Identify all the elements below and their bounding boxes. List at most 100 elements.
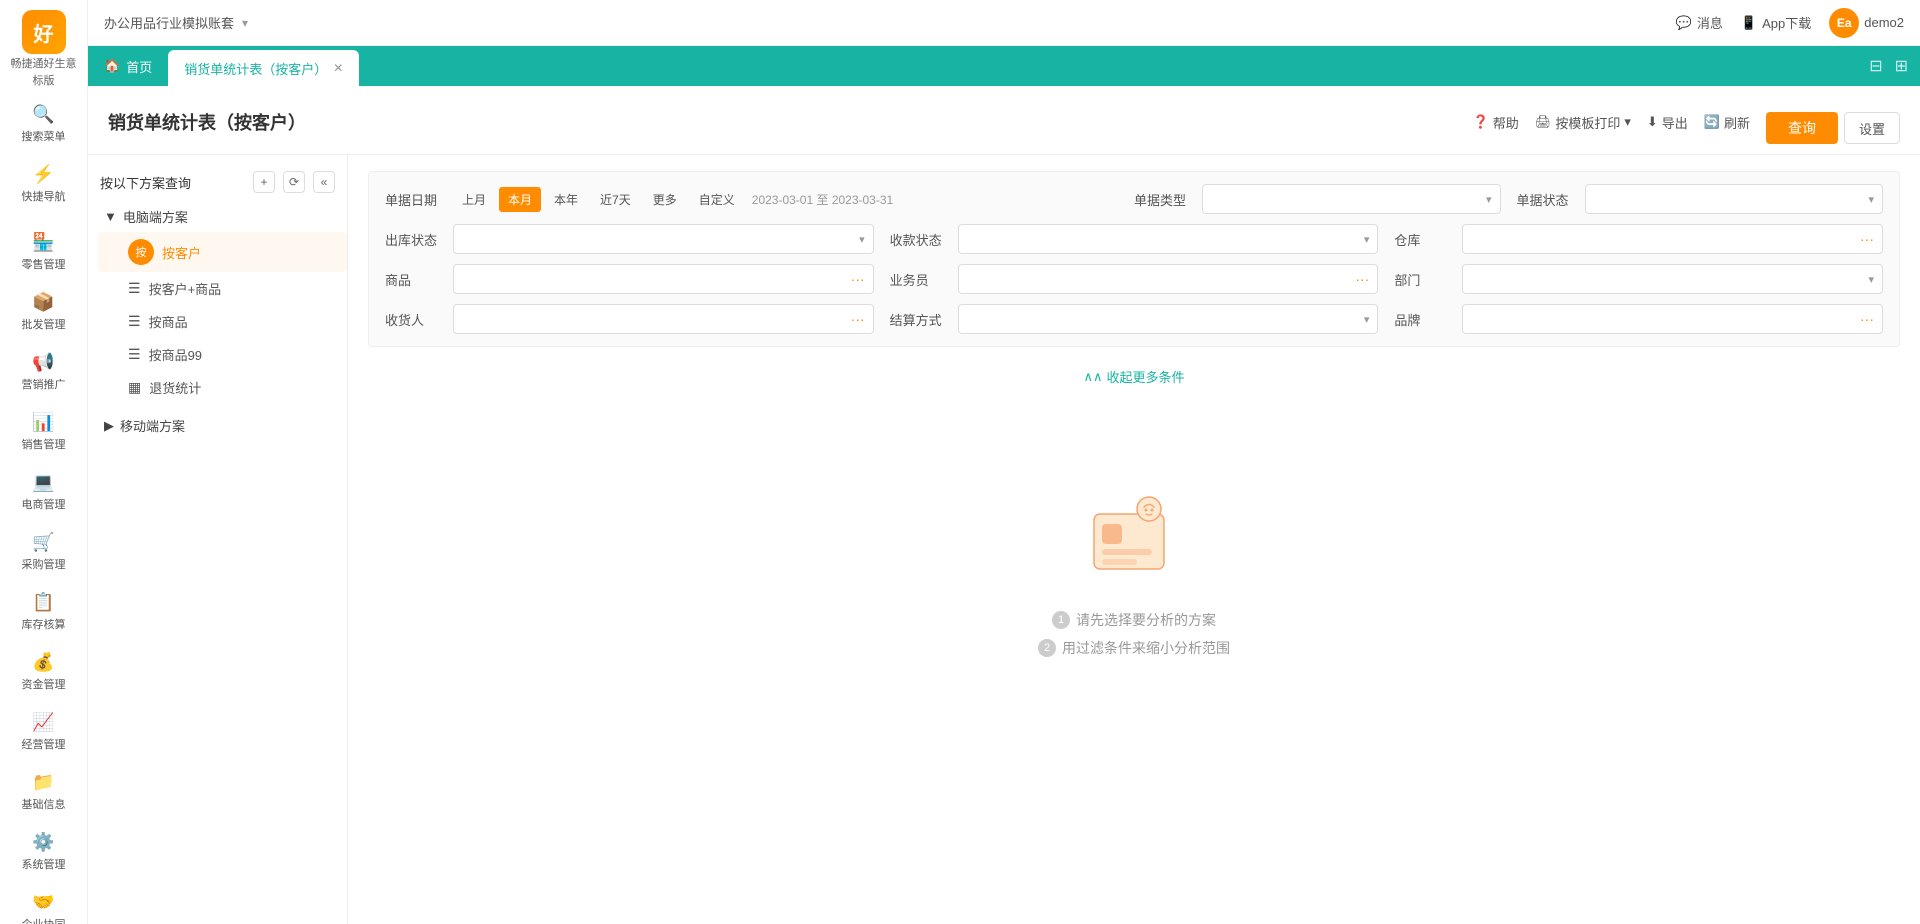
sidebar: 好 畅捷通好生意 标版 🔍 搜索菜单 ⚡ 快捷导航 🏪 零售管理 📦 批发管理 … <box>0 0 88 924</box>
tree-item-customer-goods[interactable]: ☰ 按客户+商品 <box>98 272 347 305</box>
department-input[interactable]: ▾ <box>1462 264 1883 294</box>
department-field: 部门 ▾ <box>1394 264 1883 294</box>
payment-method-input[interactable]: ▾ <box>958 304 1379 334</box>
export-icon: ⬇ <box>1647 114 1658 130</box>
company-dropdown-arrow[interactable]: ▾ <box>242 16 248 30</box>
sidebar-item-label: 电商管理 <box>22 496 66 512</box>
sidebar-item-system[interactable]: ⚙️ 系统管理 <box>0 822 87 882</box>
warehouse-label: 仓库 <box>1394 230 1454 249</box>
collapse-panel-button[interactable]: « <box>313 171 335 193</box>
collapse-button[interactable]: ∧∧ 收起更多条件 <box>368 359 1900 394</box>
add-scheme-button[interactable]: + <box>253 171 275 193</box>
filter-row-1: 单据日期 上月 本月 本年 近7天 更多 自定义 20 <box>385 184 1883 214</box>
sidebar-item-quick-nav[interactable]: ⚡ 快捷导航 <box>0 154 87 214</box>
date-tab-this-year[interactable]: 本年 <box>545 187 587 212</box>
order-type-input[interactable]: ▾ <box>1202 184 1501 214</box>
goods-label: 商品 <box>385 270 445 289</box>
refresh-icon: 🔄 <box>1704 114 1720 130</box>
tree-item-goods99[interactable]: ☰ 按商品99 <box>98 338 347 371</box>
date-tab-custom[interactable]: 自定义 <box>690 187 744 212</box>
app-logo: 好 畅捷通好生意 标版 <box>0 0 87 94</box>
topbar-right: 💬 消息 📱 App下载 Ea demo2 <box>1676 8 1904 38</box>
sidebar-item-sales[interactable]: 📊 销售管理 <box>0 402 87 462</box>
date-tab-this-month[interactable]: 本月 <box>499 187 541 212</box>
lp-header: 按以下方案查询 + ⟳ « <box>88 165 347 201</box>
print-button[interactable]: 🖨 按模板打印 ▾ <box>1535 113 1631 132</box>
sidebar-item-label: 批发管理 <box>22 316 66 332</box>
sidebar-item-search[interactable]: 🔍 搜索菜单 <box>0 94 87 154</box>
refresh-button[interactable]: 🔄 刷新 <box>1704 113 1750 132</box>
query-button[interactable]: 查询 <box>1766 112 1838 144</box>
sidebar-item-marketing[interactable]: 📢 营销推广 <box>0 342 87 402</box>
date-range: 2023-03-01 至 2023-03-31 <box>752 191 893 208</box>
minimize-icon[interactable]: ⊟ <box>1869 56 1882 76</box>
warehouse-input[interactable]: ··· <box>1462 224 1883 254</box>
brand-field: 品牌 ··· <box>1394 304 1883 334</box>
help-button[interactable]: ❓ 帮助 <box>1473 113 1519 132</box>
date-tabs: 上月 本月 本年 近7天 更多 自定义 <box>453 187 744 212</box>
tree-mobile-header[interactable]: ▶ 移动端方案 <box>88 410 347 441</box>
avatar: Ea <box>1829 8 1859 38</box>
print-dropdown-arrow[interactable]: ▾ <box>1624 114 1631 130</box>
settings-button[interactable]: 设置 <box>1844 112 1900 144</box>
sales-icon: 📊 <box>32 412 54 433</box>
sidebar-item-operations[interactable]: 📈 经营管理 <box>0 702 87 762</box>
quick-nav-icon: ⚡ <box>32 164 54 185</box>
enterprise-icon: 🤝 <box>32 892 54 913</box>
out-status-input[interactable]: ▾ <box>453 224 874 254</box>
sidebar-item-basic[interactable]: 📁 基础信息 <box>0 762 87 822</box>
tree-item-customer[interactable]: 按 按客户 <box>98 232 347 272</box>
sidebar-item-enterprise[interactable]: 🤝 企业协同 <box>0 882 87 924</box>
app-download-button[interactable]: 📱 App下载 <box>1741 13 1811 32</box>
date-tab-7days[interactable]: 近7天 <box>591 187 640 212</box>
tree-desktop-header[interactable]: ▼ 电脑端方案 <box>88 201 347 232</box>
sidebar-item-wholesale[interactable]: 📦 批发管理 <box>0 282 87 342</box>
tree-item-return-stats[interactable]: ▦ 退货统计 <box>98 371 347 404</box>
sidebar-item-label: 营销推广 <box>22 376 66 392</box>
order-status-input[interactable]: ▾ <box>1585 184 1884 214</box>
goods-field: 商品 ··· <box>385 264 874 294</box>
warehouse-dots: ··· <box>1860 231 1874 247</box>
payment-method-label: 结算方式 <box>890 310 950 329</box>
date-label: 单据日期 <box>385 190 445 209</box>
export-button[interactable]: ⬇ 导出 <box>1647 113 1688 132</box>
sidebar-item-label: 销售管理 <box>22 436 66 452</box>
topbar: 办公用品行业模拟账套 ▾ 💬 消息 📱 App下载 Ea demo2 <box>88 0 1920 46</box>
company-name: 办公用品行业模拟账套 <box>104 13 234 32</box>
refresh-scheme-button[interactable]: ⟳ <box>283 171 305 193</box>
payment-method-arrow: ▾ <box>1364 313 1370 326</box>
sidebar-item-label: 搜索菜单 <box>22 128 66 144</box>
goods-input[interactable]: ··· <box>453 264 874 294</box>
tree-item-goods[interactable]: ☰ 按商品 <box>98 305 347 338</box>
out-status-arrow: ▾ <box>859 233 865 246</box>
maximize-icon[interactable]: ⊞ <box>1895 56 1908 76</box>
salesperson-input[interactable]: ··· <box>958 264 1379 294</box>
receiver-field: 收货人 ··· <box>385 304 874 334</box>
sidebar-item-finance[interactable]: 💰 资金管理 <box>0 642 87 702</box>
date-tab-last-month[interactable]: 上月 <box>453 187 495 212</box>
tab-report[interactable]: 销货单统计表（按客户） ✕ <box>168 50 359 86</box>
receiver-input[interactable]: ··· <box>453 304 874 334</box>
left-panel: 按以下方案查询 + ⟳ « ▼ 电脑端方案 按 <box>88 155 348 924</box>
date-tab-more[interactable]: 更多 <box>644 187 686 212</box>
tab-close-icon[interactable]: ✕ <box>333 61 343 75</box>
brand-input[interactable]: ··· <box>1462 304 1883 334</box>
customer-icon-text: 按 <box>136 244 147 260</box>
app-download-label: App下载 <box>1762 13 1811 32</box>
sidebar-item-inventory[interactable]: 📋 库存核算 <box>0 582 87 642</box>
lp-title: 按以下方案查询 <box>100 173 191 192</box>
user-profile[interactable]: Ea demo2 <box>1829 8 1904 38</box>
sidebar-item-label: 零售管理 <box>22 256 66 272</box>
message-icon: 💬 <box>1676 15 1692 31</box>
sidebar-item-retail[interactable]: 🏪 零售管理 <box>0 222 87 282</box>
payment-status-label: 收款状态 <box>890 230 950 249</box>
list-icon: ☰ <box>128 346 141 363</box>
payment-status-input[interactable]: ▾ <box>958 224 1379 254</box>
empty-hint-1-text: 请先选择要分析的方案 <box>1076 610 1216 630</box>
tab-home[interactable]: 🏠 首页 <box>88 46 168 86</box>
message-button[interactable]: 💬 消息 <box>1676 13 1723 32</box>
sidebar-item-ecommerce[interactable]: 💻 电商管理 <box>0 462 87 522</box>
tree-item-label: 按商品99 <box>149 345 202 364</box>
username: demo2 <box>1864 15 1904 30</box>
sidebar-item-purchase[interactable]: 🛒 采购管理 <box>0 522 87 582</box>
